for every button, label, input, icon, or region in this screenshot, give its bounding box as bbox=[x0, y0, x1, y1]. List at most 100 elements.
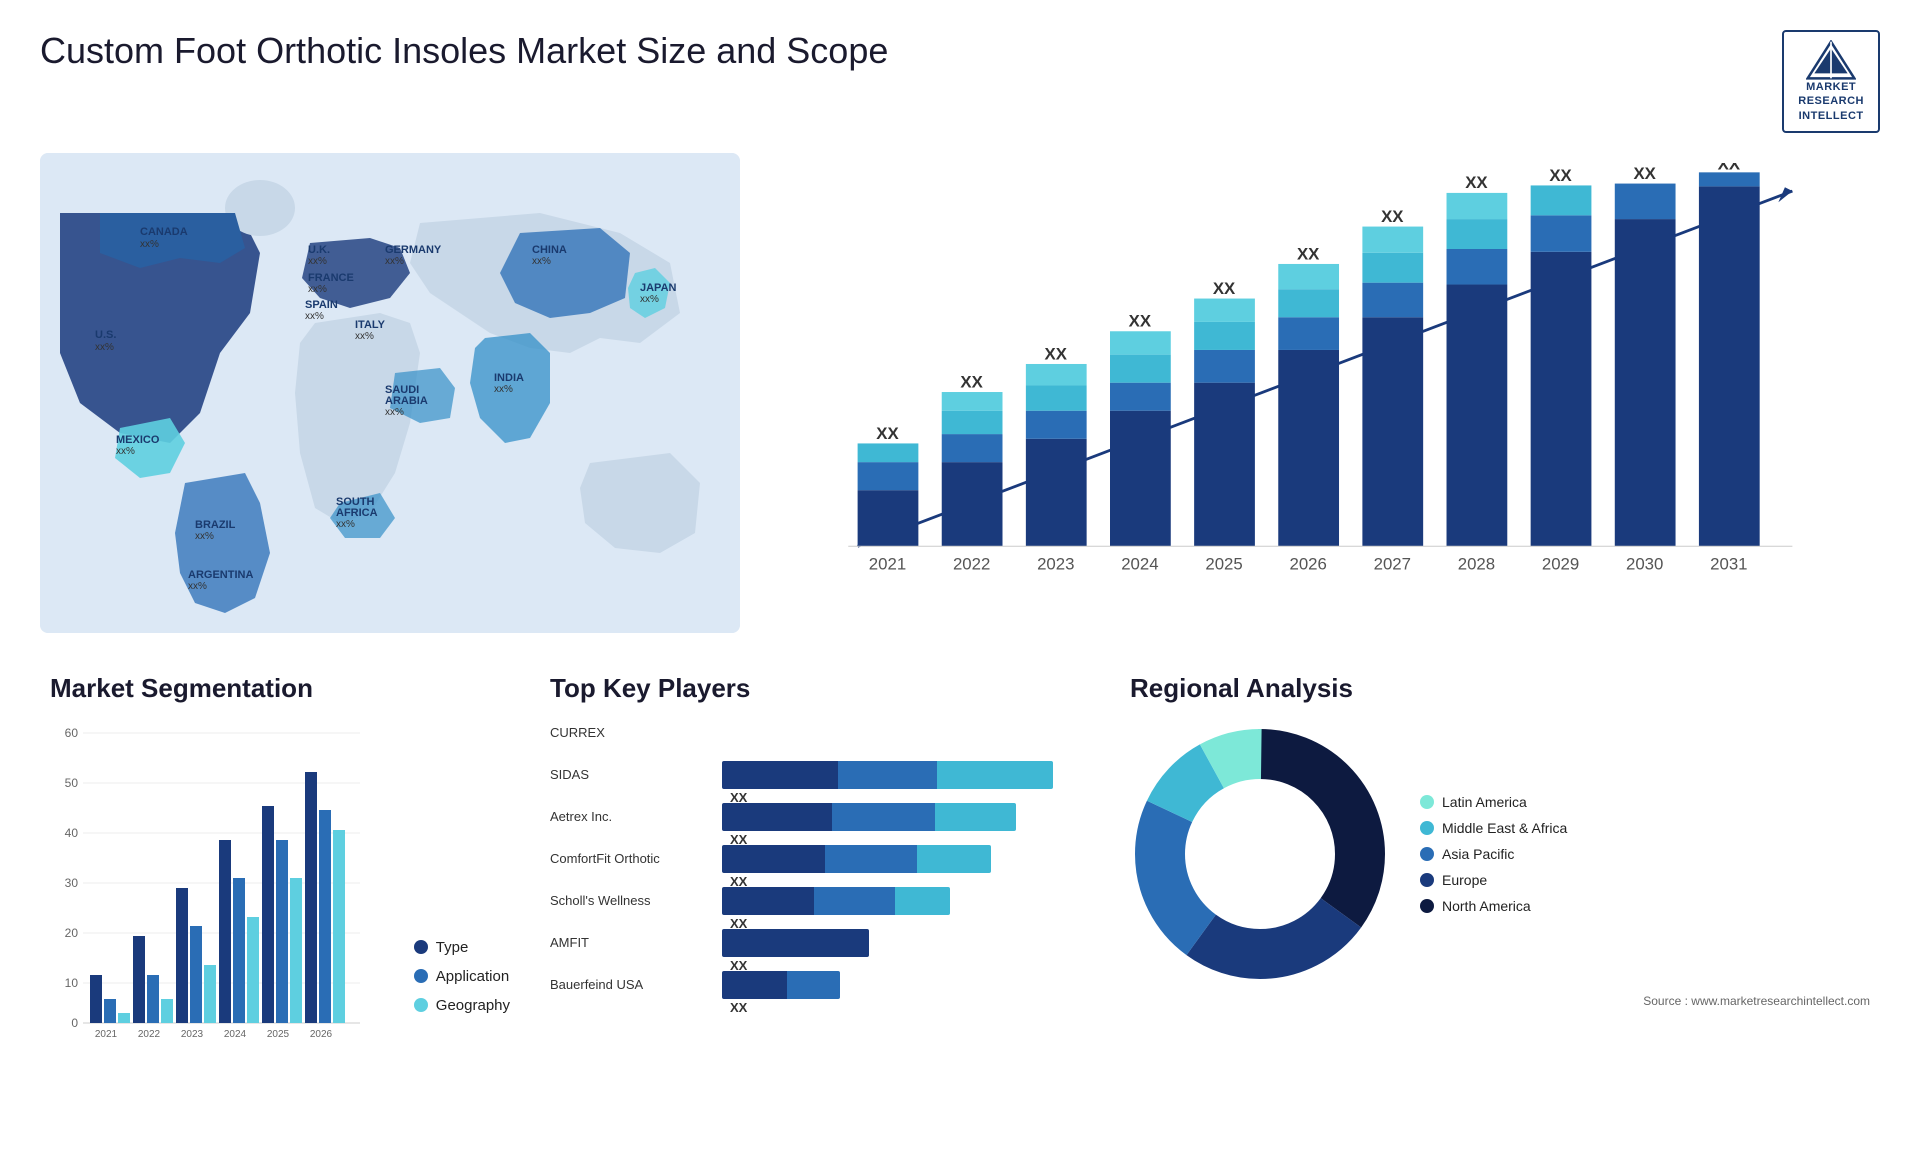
player-row: Aetrex Inc. XX bbox=[550, 803, 1090, 831]
svg-text:xx%: xx% bbox=[385, 407, 404, 418]
player-name: ComfortFit Orthotic bbox=[550, 851, 710, 866]
svg-text:10: 10 bbox=[65, 976, 79, 990]
svg-text:2026: 2026 bbox=[310, 1029, 333, 1039]
player-bar-wrap: XX bbox=[722, 761, 1090, 789]
top-section: CANADA xx% U.S. xx% MEXICO xx% BRAZIL xx… bbox=[40, 153, 1880, 633]
svg-text:FRANCE: FRANCE bbox=[308, 272, 354, 284]
page-title: Custom Foot Orthotic Insoles Market Size… bbox=[40, 30, 888, 72]
player-row: ComfortFit Orthotic XX bbox=[550, 845, 1090, 873]
svg-text:50: 50 bbox=[65, 776, 79, 790]
logo-icon bbox=[1806, 40, 1856, 80]
reg-legend-apac: Asia Pacific bbox=[1420, 846, 1567, 862]
apac-dot bbox=[1420, 847, 1434, 861]
player-name: Bauerfeind USA bbox=[550, 977, 710, 992]
svg-text:U.S.: U.S. bbox=[95, 329, 116, 341]
svg-text:xx%: xx% bbox=[494, 384, 513, 395]
application-dot bbox=[414, 969, 428, 983]
players-section: Top Key Players CURREX SIDAS XX bbox=[540, 663, 1100, 1143]
player-bar-wrap: XX bbox=[722, 971, 1090, 999]
svg-text:30: 30 bbox=[65, 876, 79, 890]
na-dot bbox=[1420, 899, 1434, 913]
player-bar-wrap bbox=[722, 719, 1090, 747]
svg-text:XX: XX bbox=[1213, 279, 1236, 298]
svg-text:BRAZIL: BRAZIL bbox=[195, 519, 236, 531]
source-text: Source : www.marketresearchintellect.com bbox=[1130, 994, 1870, 1008]
regional-legend: Latin America Middle East & Africa Asia … bbox=[1420, 794, 1567, 914]
svg-text:xx%: xx% bbox=[116, 446, 135, 457]
player-row: Scholl's Wellness XX bbox=[550, 887, 1090, 915]
svg-text:CHINA: CHINA bbox=[532, 244, 567, 256]
type-dot bbox=[414, 940, 428, 954]
svg-text:ITALY: ITALY bbox=[355, 319, 386, 331]
svg-text:2021: 2021 bbox=[869, 555, 906, 574]
logo: MARKET RESEARCH INTELLECT bbox=[1782, 30, 1880, 133]
regional-title: Regional Analysis bbox=[1130, 673, 1870, 704]
svg-text:2024: 2024 bbox=[224, 1029, 247, 1039]
svg-text:2027: 2027 bbox=[1374, 555, 1411, 574]
player-row: Bauerfeind USA XX bbox=[550, 971, 1090, 999]
reg-legend-latin: Latin America bbox=[1420, 794, 1567, 810]
geography-dot bbox=[414, 998, 428, 1012]
svg-text:xx%: xx% bbox=[95, 342, 114, 353]
segmentation-title: Market Segmentation bbox=[50, 673, 510, 704]
seg-legend: Type Application Geography bbox=[414, 939, 510, 1044]
player-name: CURREX bbox=[550, 725, 710, 740]
player-bar-wrap: XX bbox=[722, 887, 1090, 915]
svg-text:SPAIN: SPAIN bbox=[305, 299, 338, 311]
svg-text:U.K.: U.K. bbox=[308, 244, 330, 256]
players-title: Top Key Players bbox=[550, 673, 1090, 704]
page-header: Custom Foot Orthotic Insoles Market Size… bbox=[40, 30, 1880, 133]
player-name: AMFIT bbox=[550, 935, 710, 950]
reg-legend-na: North America bbox=[1420, 898, 1567, 914]
player-name: Scholl's Wellness bbox=[550, 893, 710, 908]
player-bar-wrap: XX bbox=[722, 845, 1090, 873]
svg-text:xx%: xx% bbox=[305, 311, 324, 322]
svg-text:2024: 2024 bbox=[1121, 555, 1158, 574]
regional-content: Latin America Middle East & Africa Asia … bbox=[1130, 724, 1870, 984]
mea-dot bbox=[1420, 821, 1434, 835]
seg-chart: 60 50 40 30 20 10 0 bbox=[50, 719, 394, 1044]
reg-legend-europe: Europe bbox=[1420, 872, 1567, 888]
svg-text:2025: 2025 bbox=[267, 1029, 290, 1039]
svg-text:2029: 2029 bbox=[1542, 555, 1579, 574]
svg-text:xx%: xx% bbox=[140, 239, 159, 250]
legend-application: Application bbox=[414, 968, 510, 985]
svg-text:xx%: xx% bbox=[336, 519, 355, 530]
latin-america-dot bbox=[1420, 795, 1434, 809]
svg-text:XX: XX bbox=[1381, 207, 1404, 226]
player-row: SIDAS XX bbox=[550, 761, 1090, 789]
europe-dot bbox=[1420, 873, 1434, 887]
svg-text:2025: 2025 bbox=[1205, 555, 1242, 574]
svg-text:ARGENTINA: ARGENTINA bbox=[188, 569, 253, 581]
svg-text:XX: XX bbox=[1129, 311, 1152, 330]
logo-text: MARKET RESEARCH INTELLECT bbox=[1798, 80, 1864, 123]
player-name: Aetrex Inc. bbox=[550, 809, 710, 824]
svg-text:xx%: xx% bbox=[188, 581, 207, 592]
svg-text:XX: XX bbox=[876, 424, 899, 443]
bottom-section: Market Segmentation 60 50 40 30 20 10 0 bbox=[40, 663, 1880, 1143]
players-list: CURREX SIDAS XX Aetrex bbox=[550, 719, 1090, 999]
svg-text:40: 40 bbox=[65, 826, 79, 840]
svg-text:xx%: xx% bbox=[385, 256, 404, 267]
svg-text:XX: XX bbox=[1465, 173, 1488, 192]
svg-text:2028: 2028 bbox=[1458, 555, 1495, 574]
svg-text:JAPAN: JAPAN bbox=[640, 282, 677, 294]
player-row: AMFIT XX bbox=[550, 929, 1090, 957]
segmentation-section: Market Segmentation 60 50 40 30 20 10 0 bbox=[40, 663, 520, 1143]
svg-text:2022: 2022 bbox=[953, 555, 990, 574]
player-name: SIDAS bbox=[550, 767, 710, 782]
svg-text:XX: XX bbox=[1718, 163, 1741, 174]
legend-geography: Geography bbox=[414, 997, 510, 1014]
growth-bar-chart: XX 2021 XX 2022 XX 2023 XX 2024 bbox=[770, 153, 1880, 633]
svg-text:xx%: xx% bbox=[532, 256, 551, 267]
svg-text:2030: 2030 bbox=[1626, 555, 1663, 574]
svg-text:XX: XX bbox=[1633, 164, 1656, 183]
svg-text:XX: XX bbox=[1297, 244, 1320, 263]
player-bar-wrap: XX bbox=[722, 803, 1090, 831]
svg-text:XX: XX bbox=[1549, 166, 1572, 185]
svg-text:xx%: xx% bbox=[355, 331, 374, 342]
seg-content: 60 50 40 30 20 10 0 bbox=[50, 719, 510, 1044]
svg-text:XX: XX bbox=[960, 372, 983, 391]
svg-text:GERMANY: GERMANY bbox=[385, 244, 442, 256]
svg-text:2026: 2026 bbox=[1289, 555, 1326, 574]
